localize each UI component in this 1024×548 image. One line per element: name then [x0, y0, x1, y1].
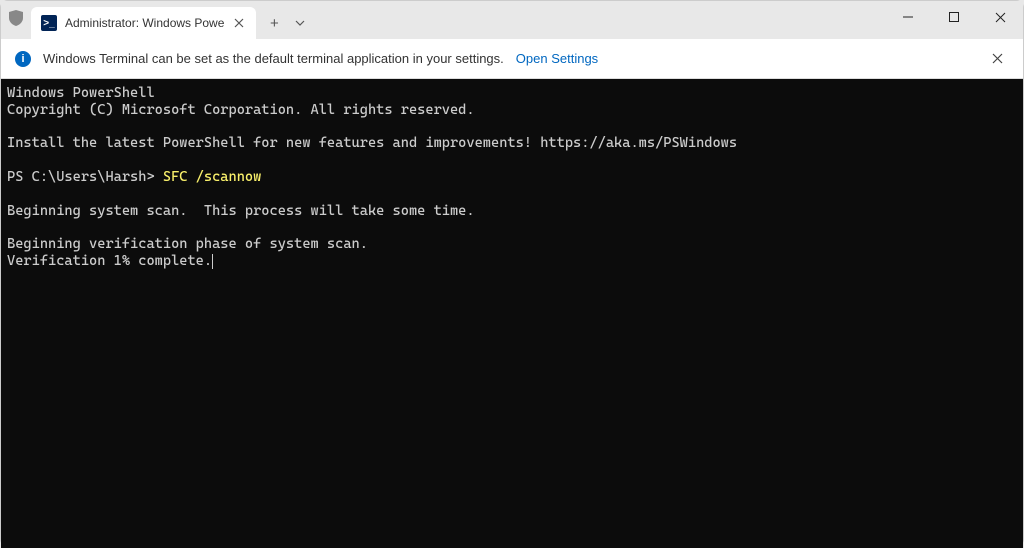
titlebar: >_ Administrator: Windows Powe +	[1, 1, 1023, 39]
banner-line2: Copyright (C) Microsoft Corporation. All…	[7, 102, 475, 118]
scan-line1: Beginning system scan. This process will…	[7, 203, 475, 219]
infobar-close-button[interactable]	[983, 45, 1011, 73]
info-icon: i	[15, 51, 31, 67]
terminal-output[interactable]: Windows PowerShell Copyright (C) Microso…	[1, 79, 1023, 548]
uac-shield-icon	[1, 1, 31, 39]
powershell-icon: >_	[41, 15, 57, 31]
minimize-button[interactable]	[885, 1, 931, 33]
new-tab-button[interactable]: +	[260, 9, 288, 37]
scan-progress: Verification 1% complete.	[7, 253, 212, 269]
command-text: SFC /scannow	[163, 169, 261, 185]
cursor-icon	[212, 254, 213, 269]
maximize-button[interactable]	[931, 1, 977, 33]
window-controls	[885, 1, 1023, 33]
infobar: i Windows Terminal can be set as the def…	[1, 39, 1023, 79]
banner-line1: Windows PowerShell	[7, 85, 155, 101]
install-hint: Install the latest PowerShell for new fe…	[7, 135, 737, 151]
scan-line2: Beginning verification phase of system s…	[7, 236, 368, 252]
tab-dropdown-button[interactable]	[288, 9, 312, 37]
infobar-message: Windows Terminal can be set as the defau…	[43, 51, 504, 66]
tab-close-button[interactable]	[230, 14, 248, 32]
prompt-prefix: PS C:\Users\Harsh>	[7, 169, 163, 185]
tab-title: Administrator: Windows Powe	[65, 16, 230, 30]
close-window-button[interactable]	[977, 1, 1023, 33]
tab-powershell[interactable]: >_ Administrator: Windows Powe	[31, 7, 256, 39]
open-settings-link[interactable]: Open Settings	[516, 51, 598, 66]
